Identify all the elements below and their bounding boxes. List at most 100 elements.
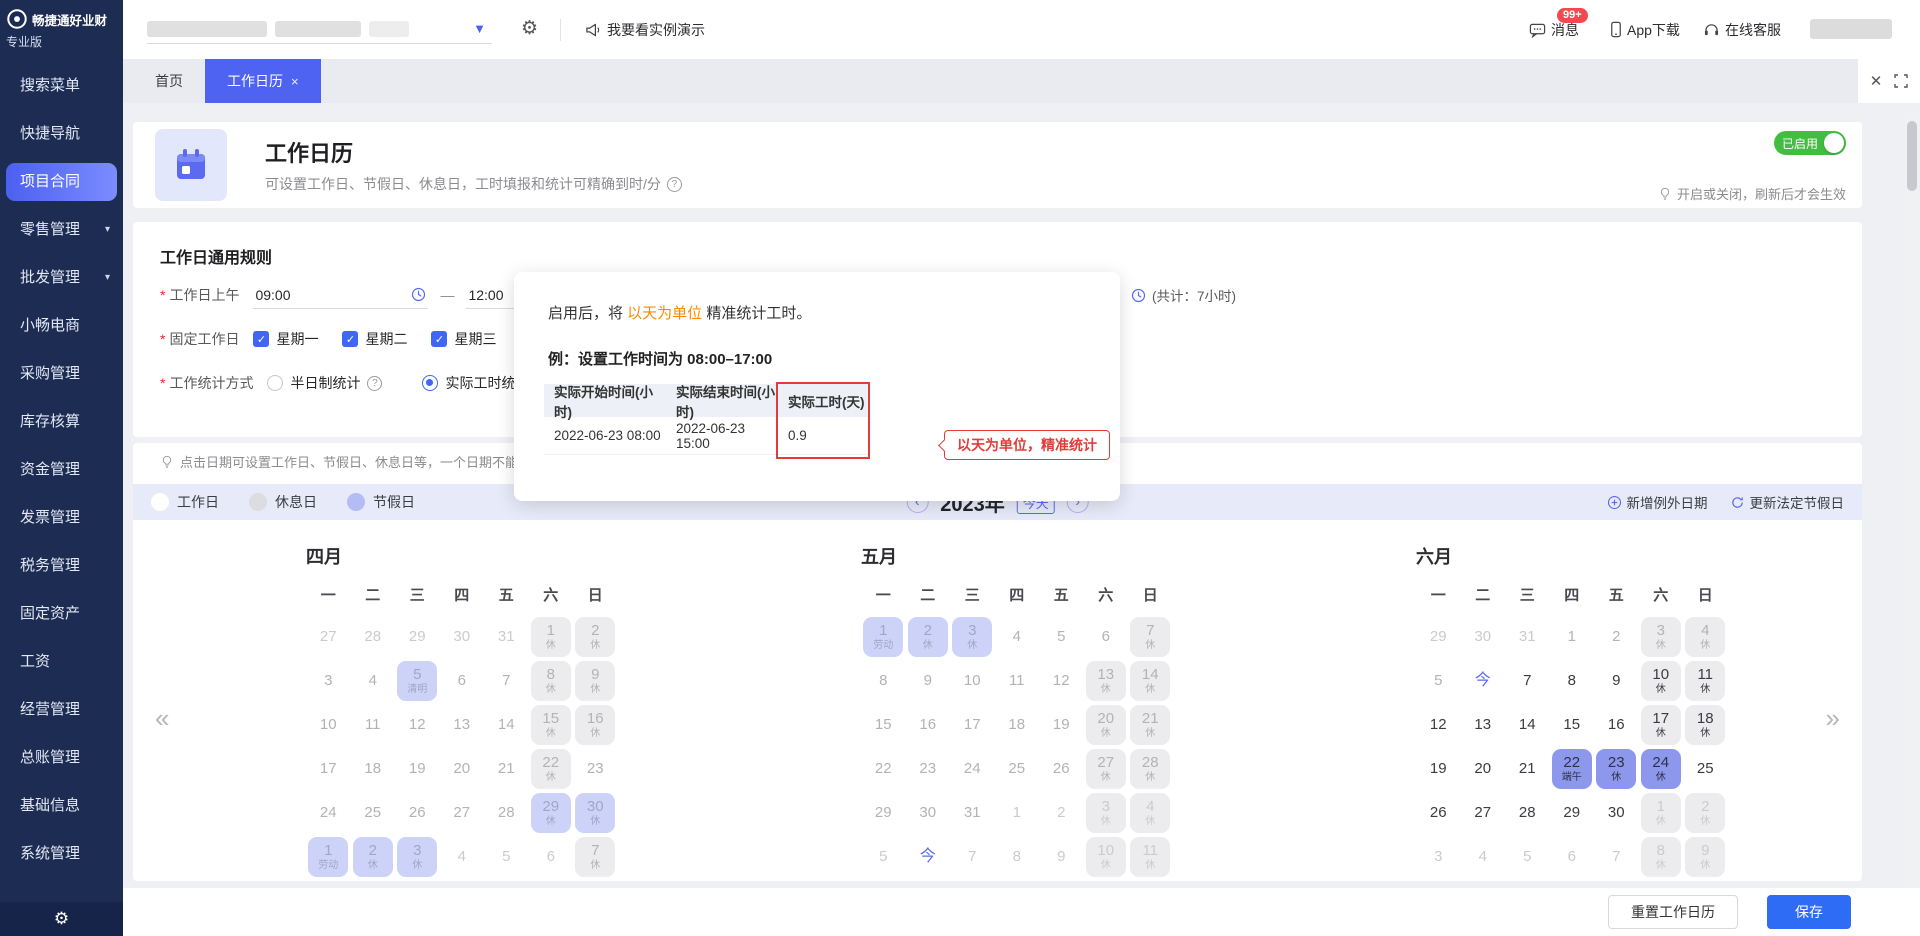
save-button[interactable]: 保存 — [1767, 895, 1851, 929]
calendar-day[interactable]: 30 休 — [575, 793, 616, 833]
calendar-day[interactable]: 5 清明 — [397, 661, 438, 701]
calendar-day[interactable]: 4 — [997, 617, 1037, 657]
calendar-day[interactable]: 25 — [997, 749, 1037, 789]
calendar-day[interactable]: 9休 — [575, 661, 616, 701]
calendar-day[interactable]: 29 — [863, 793, 903, 833]
stat-radio-0[interactable]: 半日制统计? — [267, 373, 383, 393]
calendar-day[interactable]: 7休 — [1130, 617, 1171, 657]
help-question-icon[interactable]: ? — [666, 176, 682, 192]
calendar-day[interactable]: 17 — [952, 705, 992, 745]
calendar-day[interactable]: 3 — [1418, 837, 1458, 877]
calendar-day[interactable]: 3 — [308, 661, 348, 701]
calendar-day[interactable]: 4 — [442, 837, 482, 877]
calendar-day[interactable]: 31 — [1507, 617, 1547, 657]
calendar-day[interactable]: 17 休 — [1640, 705, 1681, 745]
calendar-day[interactable]: 今 — [1463, 661, 1503, 701]
add-exception-button[interactable]: 新增例外日期 — [1607, 492, 1708, 512]
calendar-day[interactable]: 27 — [442, 793, 482, 833]
sidebar-item-2[interactable]: 项目合同 — [6, 163, 117, 201]
calendar-day[interactable]: 30 — [1463, 617, 1503, 657]
calendar-day[interactable]: 31 — [952, 793, 992, 833]
calendar-day[interactable]: 5 — [863, 837, 903, 877]
calendar-day[interactable]: 13 — [442, 705, 482, 745]
calendar-day[interactable]: 25 — [1685, 749, 1725, 789]
sidebar-item-10[interactable]: 税务管理 — [0, 542, 123, 590]
sidebar-item-15[interactable]: 基础信息 — [0, 782, 123, 830]
calendar-day[interactable]: 7 — [1596, 837, 1636, 877]
calendar-day[interactable]: 1休 — [530, 617, 571, 657]
calendar-day[interactable]: 1 劳动 — [308, 837, 349, 877]
calendar-day[interactable]: 6 — [531, 837, 571, 877]
calendar-day[interactable]: 12 — [1418, 705, 1458, 745]
calendar-day[interactable]: 12 — [1041, 661, 1081, 701]
sidebar-item-12[interactable]: 工资 — [0, 638, 123, 686]
messages-button[interactable]: 消息 99+ — [1529, 0, 1588, 59]
tab-1[interactable]: 工作日历 × — [205, 59, 321, 103]
calendar-day[interactable]: 16 — [1596, 705, 1636, 745]
calendar-day[interactable]: 3休 — [397, 837, 438, 877]
calendar-day[interactable]: 10 — [952, 661, 992, 701]
settings-gear-icon[interactable]: ⚙ — [521, 17, 538, 40]
calendar-day[interactable]: 20 — [1463, 749, 1503, 789]
sidebar-item-13[interactable]: 经营管理 — [0, 686, 123, 734]
calendar-day[interactable]: 11 — [353, 705, 393, 745]
calendar-day[interactable]: 10 — [308, 705, 348, 745]
calendar-day[interactable]: 8休 — [530, 661, 571, 701]
calendar-day[interactable]: 6 — [442, 661, 482, 701]
sidebar-item-9[interactable]: 发票管理 — [0, 494, 123, 542]
calendar-day[interactable]: 16 休 — [575, 705, 616, 745]
calendar-day[interactable]: 21 — [1507, 749, 1547, 789]
calendar-day[interactable]: 6 — [1552, 837, 1592, 877]
tab-0[interactable]: 首页 — [133, 59, 205, 103]
update-holidays-button[interactable]: 更新法定节假日 — [1730, 492, 1844, 512]
enabled-toggle[interactable]: 已启用 — [1774, 131, 1846, 155]
calendar-day[interactable]: 19 — [1041, 705, 1081, 745]
sidebar-item-16[interactable]: 系统管理 — [0, 830, 123, 878]
calendar-day[interactable]: 1休 — [1640, 793, 1681, 833]
calendar-day[interactable]: 15 休 — [530, 705, 571, 745]
calendar-day[interactable]: 1 — [1552, 617, 1592, 657]
calendar-day[interactable]: 25 — [353, 793, 393, 833]
scrollbar-thumb[interactable] — [1907, 121, 1917, 191]
calendar-day[interactable]: 28 — [353, 617, 393, 657]
calendar-day[interactable]: 9 — [1596, 661, 1636, 701]
legend-item-work[interactable]: 工作日 — [151, 492, 219, 512]
sidebar-item-7[interactable]: 库存核算 — [0, 398, 123, 446]
calendar-day[interactable]: 14 — [486, 705, 526, 745]
calendar-day[interactable]: 28 休 — [1130, 749, 1171, 789]
calendar-day[interactable]: 29 — [397, 617, 437, 657]
fullscreen-icon[interactable] — [1894, 74, 1908, 88]
legend-item-rest[interactable]: 休息日 — [249, 492, 317, 512]
calendar-day[interactable]: 7 — [1507, 661, 1547, 701]
calendar-day[interactable]: 11 休 — [1130, 837, 1171, 877]
calendar-day[interactable]: 26 — [1041, 749, 1081, 789]
calendar-day[interactable]: 4 — [353, 661, 393, 701]
calendar-day[interactable]: 24 — [952, 749, 992, 789]
calendar-day[interactable]: 22 端午 — [1551, 749, 1592, 789]
calendar-day[interactable]: 26 — [1418, 793, 1458, 833]
calendar-day[interactable]: 10 休 — [1085, 837, 1126, 877]
calendar-day[interactable]: 22 休 — [530, 749, 571, 789]
calendar-day[interactable]: 3休 — [1085, 793, 1126, 833]
calendar-day[interactable]: 22 — [863, 749, 903, 789]
calendar-day[interactable]: 31 — [486, 617, 526, 657]
calendar-day[interactable]: 4休 — [1130, 793, 1171, 833]
calendar-day[interactable]: 23 — [575, 749, 615, 789]
calendar-day[interactable]: 23 — [908, 749, 948, 789]
calendar-day[interactable]: 11 休 — [1685, 661, 1726, 701]
calendar-day[interactable]: 2休 — [1685, 793, 1726, 833]
calendar-day[interactable]: 2休 — [907, 617, 948, 657]
calendar-day[interactable]: 14 休 — [1130, 661, 1171, 701]
calendar-day[interactable]: 1 — [997, 793, 1037, 833]
calendar-day[interactable]: 8休 — [1640, 837, 1681, 877]
sidebar-item-4[interactable]: 批发管理 ▾ — [0, 254, 123, 302]
sidebar-item-5[interactable]: 小畅电商 — [0, 302, 123, 350]
sidebar-item-14[interactable]: 总账管理 — [0, 734, 123, 782]
online-service-button[interactable]: 在线客服 — [1703, 0, 1781, 59]
calendar-day[interactable]: 27 — [1463, 793, 1503, 833]
demo-link[interactable]: 我要看实例演示 — [585, 0, 705, 59]
calendar-day[interactable]: 24 休 — [1640, 749, 1681, 789]
calendar-day[interactable]: 7休 — [575, 837, 616, 877]
calendar-day[interactable]: 9 — [1041, 837, 1081, 877]
calendar-day[interactable]: 5 — [1507, 837, 1547, 877]
